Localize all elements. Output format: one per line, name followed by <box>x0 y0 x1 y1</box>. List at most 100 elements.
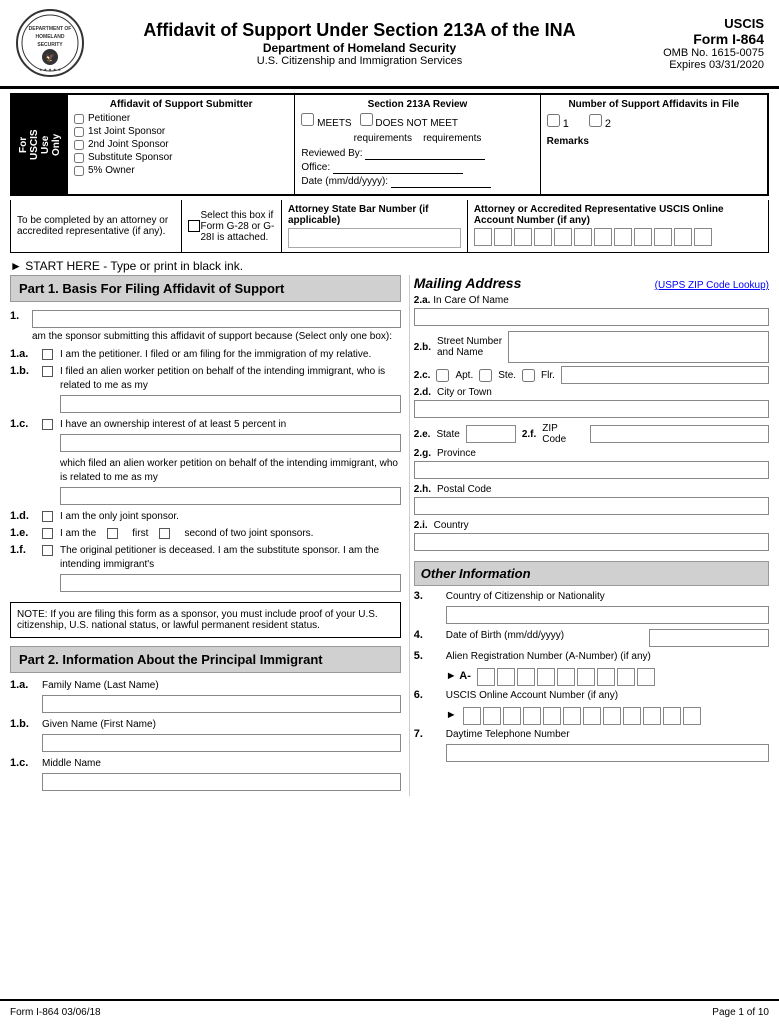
item1d-checkbox[interactable] <box>42 511 53 522</box>
item1e-second-checkbox[interactable] <box>159 528 170 539</box>
a-box-3 <box>517 668 535 686</box>
part2-item1c-row: 1.c. Middle Name <box>10 757 401 793</box>
attorney-account-label: Attorney or Accredited Representative US… <box>474 204 762 226</box>
attorney-checkbox[interactable] <box>188 220 200 232</box>
item1b-input[interactable] <box>60 395 401 413</box>
substitute-sponsor-checkbox[interactable] <box>74 153 84 163</box>
addr-2b-row: 2.b. Street Number and Name <box>414 331 769 363</box>
addr-2c-label: 2.c. <box>414 370 431 381</box>
num2-checkbox[interactable] <box>589 114 602 127</box>
start-here-text: ► START HERE - Type or print in black in… <box>10 259 243 273</box>
city-input[interactable] <box>414 400 769 418</box>
addr-2a-text: In Care Of Name <box>433 295 509 306</box>
uscis-box-7 <box>583 707 601 725</box>
addr-2e-label: 2.e. <box>414 429 431 440</box>
num-affidavits-title: Number of Support Affidavits in File <box>547 99 761 110</box>
other-info-header: Other Information <box>414 561 769 586</box>
item1f-checkbox[interactable] <box>42 545 53 556</box>
addr-2ef-inline: 2.e. State 2.f. ZIP Code <box>414 423 769 445</box>
does-not-meet-checkbox[interactable] <box>360 113 373 126</box>
dob-input[interactable] <box>649 629 769 647</box>
item1-name-input[interactable] <box>32 310 401 328</box>
item1f-input[interactable] <box>60 574 401 592</box>
item1c-checkbox[interactable] <box>42 419 53 430</box>
header-right: USCIS Form I-864 OMB No. 1615-0075 Expir… <box>624 16 764 71</box>
uscis-label: USCIS <box>624 16 764 31</box>
country-input[interactable] <box>414 533 769 551</box>
uscis-box-4 <box>523 707 541 725</box>
ste-checkbox[interactable] <box>479 369 492 382</box>
page-footer: Form I-864 03/06/18 Page 1 of 10 <box>0 999 779 1024</box>
part2-family-name-input[interactable] <box>42 695 401 713</box>
addr-2f-label: 2.f. <box>522 429 536 440</box>
state-input[interactable] <box>466 425 516 443</box>
five-pct-checkbox[interactable] <box>74 166 84 176</box>
addr-2c-row: 2.c. Apt. Ste. Flr. <box>414 366 769 384</box>
joint-sponsor-2-checkbox[interactable] <box>74 140 84 150</box>
province-input[interactable] <box>414 461 769 479</box>
part2-1a-label: Family Name (Last Name) <box>42 679 401 693</box>
addr-2ef-row: 2.e. State 2.f. ZIP Code <box>414 423 769 445</box>
postal-code-input[interactable] <box>414 497 769 515</box>
uscis-use-box: ForUSCISUseOnly Affidavit of Support Sub… <box>10 93 769 196</box>
agency-name: U.S. Citizenship and Immigration Service… <box>95 55 624 67</box>
attorney-row: To be completed by an attorney or accred… <box>10 200 769 253</box>
meets-checkbox[interactable] <box>301 113 314 126</box>
item1e-text1: I am the <box>60 527 96 541</box>
header-center: Affidavit of Support Under Section 213A … <box>95 20 624 67</box>
apt-checkbox[interactable] <box>436 369 449 382</box>
item1-num: 1. <box>10 310 32 322</box>
item1-row: 1. am the sponsor submitting this affida… <box>10 308 401 344</box>
petitioner-checkbox[interactable] <box>74 114 84 124</box>
citizenship-input[interactable] <box>446 606 769 624</box>
part2-1b-label: Given Name (First Name) <box>42 718 401 732</box>
page-header: DEPARTMENT OF HOMELAND SECURITY 🦅 ★ ★ ★ … <box>0 0 779 89</box>
item1b-row: 1.b. I filed an alien worker petition on… <box>10 365 401 415</box>
usps-link[interactable]: (USPS ZIP Code Lookup) <box>655 280 769 291</box>
item1b-checkbox[interactable] <box>42 366 53 377</box>
part2-1a-content: Family Name (Last Name) <box>42 679 401 715</box>
other-6-num: 6. <box>414 689 442 701</box>
uscis-content: Affidavit of Support Submitter Petitione… <box>68 95 767 194</box>
item1c-company-input[interactable] <box>60 434 401 452</box>
remarks-label: Remarks <box>547 136 761 147</box>
svg-text:🦅: 🦅 <box>45 52 55 62</box>
attorney-bar-col: Attorney State Bar Number (if applicable… <box>282 200 468 252</box>
apt-num-input[interactable] <box>561 366 769 384</box>
care-of-name-input[interactable] <box>414 308 769 326</box>
mailing-title: Mailing Address <box>414 275 522 291</box>
item1b-content: I filed an alien worker petition on beha… <box>60 365 401 415</box>
zip-input[interactable] <box>590 425 769 443</box>
uscis-account-row: ► <box>446 705 769 725</box>
item1e-checkbox[interactable] <box>42 528 53 539</box>
part2-1b-num: 1.b. <box>10 718 38 730</box>
substitute-sponsor-option: Substitute Sponsor <box>74 152 288 163</box>
part2-item1a-row: 1.a. Family Name (Last Name) <box>10 679 401 715</box>
item1d-text: I am the only joint sponsor. <box>60 510 179 524</box>
num1-checkbox[interactable] <box>547 114 560 127</box>
acct-box-8 <box>614 228 632 246</box>
uscis-box-8 <box>603 707 621 725</box>
attorney-label: To be completed by an attorney or accred… <box>17 215 175 237</box>
item1a-checkbox[interactable] <box>42 349 53 360</box>
svg-text:SECURITY: SECURITY <box>37 42 63 48</box>
item1e-num: 1.e. <box>10 527 38 539</box>
telephone-input[interactable] <box>446 744 769 762</box>
footer-form-info: Form I-864 03/06/18 <box>10 1007 101 1018</box>
attorney-bar-input[interactable] <box>288 228 461 248</box>
other-7-row: 7. Daytime Telephone Number <box>414 728 769 764</box>
other-7-content: Daytime Telephone Number <box>446 728 769 764</box>
addr-2h-inline: 2.h. Postal Code <box>414 484 769 495</box>
joint-sponsor-1-checkbox[interactable] <box>74 127 84 137</box>
acct-box-1 <box>474 228 492 246</box>
addr-2h-text: Postal Code <box>437 484 491 495</box>
flr-checkbox[interactable] <box>522 369 535 382</box>
item1e-first-checkbox[interactable] <box>107 528 118 539</box>
uscis-use-label: ForUSCISUseOnly <box>12 95 68 194</box>
addr-2d-inline: 2.d. City or Town <box>414 387 769 398</box>
street-input[interactable] <box>508 331 769 363</box>
part2-given-name-input[interactable] <box>42 734 401 752</box>
item1c-relation-input[interactable] <box>60 487 401 505</box>
addr-2i-row: 2.i. Country <box>414 520 769 553</box>
part2-middle-name-input[interactable] <box>42 773 401 791</box>
